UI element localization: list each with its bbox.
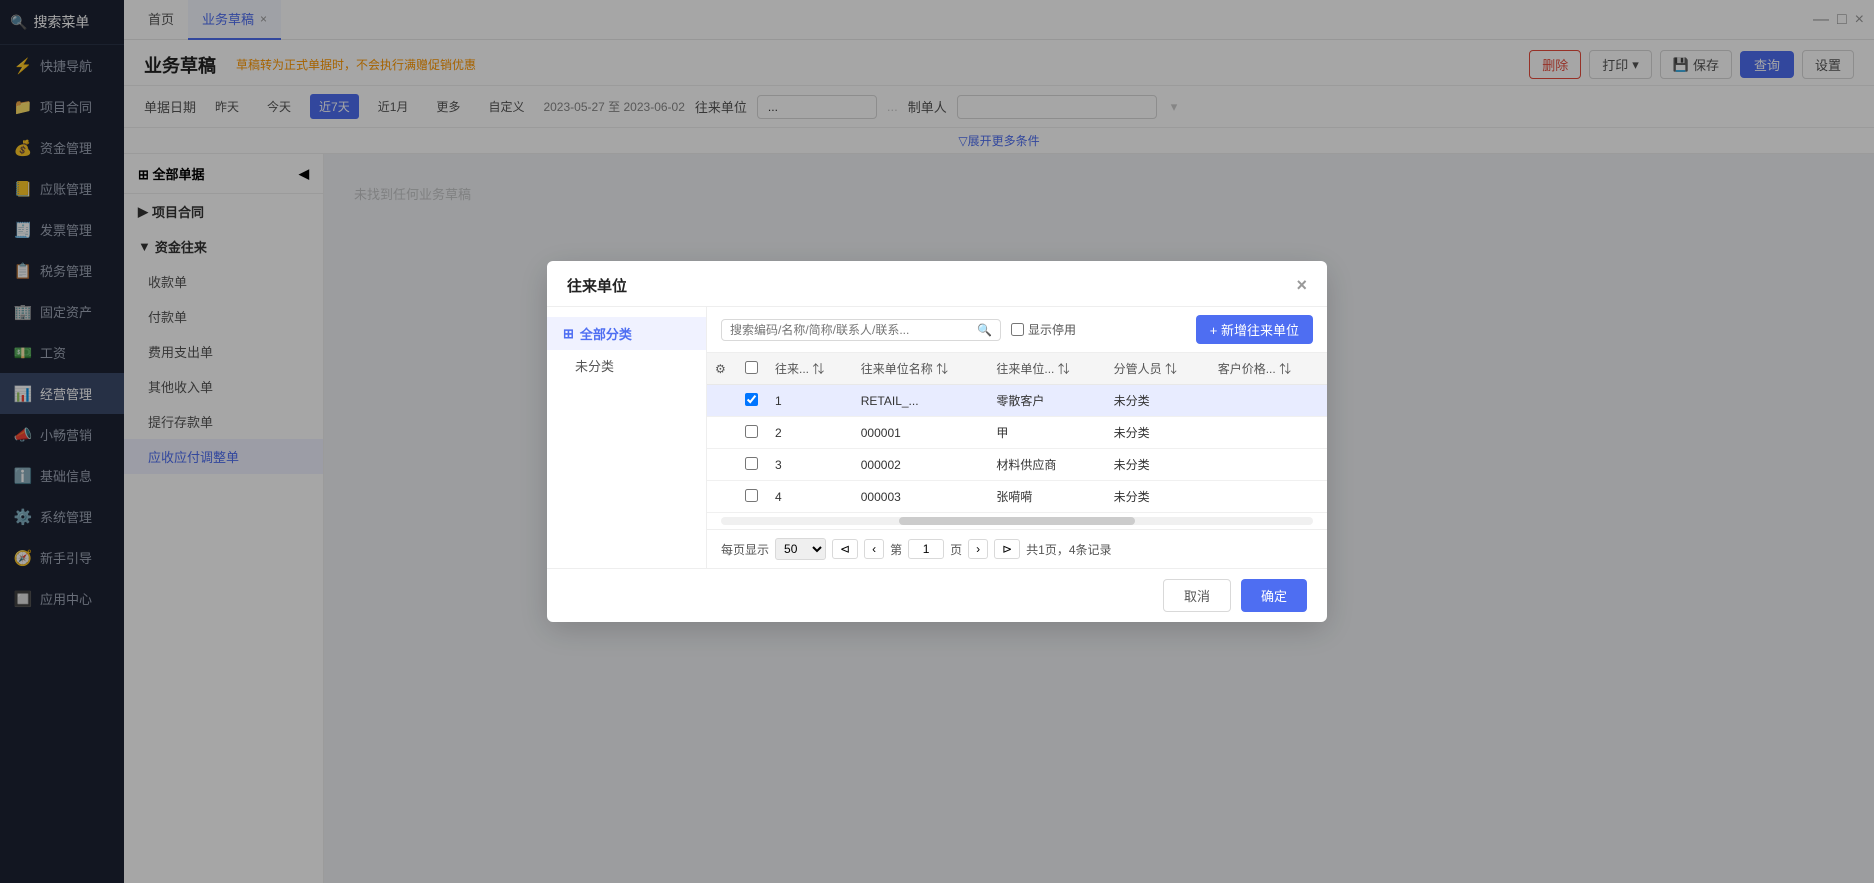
dialog-categories: ⊞ 全部分类 未分类 <box>547 307 707 568</box>
row-num-3: 4 <box>767 481 853 513</box>
table-row[interactable]: 2 000001 甲 未分类 <box>707 417 1327 449</box>
row-manager-2 <box>1210 449 1327 481</box>
row-check-0[interactable] <box>737 385 767 417</box>
row-manager-0 <box>1210 385 1327 417</box>
row-name-3: 张嗬嗬 <box>988 481 1105 513</box>
row-checkbox-3[interactable] <box>745 489 758 502</box>
counterpart-table: ⚙ 往来... ⇅ 往来单位名称 ⇅ 往来单位... ⇅ <box>707 353 1327 513</box>
row-manager-3 <box>1210 481 1327 513</box>
col-code-header: 往来... ⇅ <box>767 353 853 385</box>
show-disabled-checkbox[interactable] <box>1011 323 1024 336</box>
col-check-all[interactable] <box>737 353 767 385</box>
dialog-category-uncategorized[interactable]: 未分类 <box>547 350 706 381</box>
col-settings: ⚙ <box>707 353 737 385</box>
dialog-body: ⊞ 全部分类 未分类 🔍 显示停用 <box>547 307 1327 568</box>
dialog-category-all[interactable]: ⊞ 全部分类 <box>547 317 706 350</box>
row-checkbox-0[interactable] <box>745 393 758 406</box>
dialog-title: 往来单位 <box>567 275 627 296</box>
row-check-1[interactable] <box>737 417 767 449</box>
dialog-footer: 取消 确定 <box>547 568 1327 622</box>
page-number-input[interactable] <box>908 539 944 559</box>
dialog-header: 往来单位 × <box>547 261 1327 307</box>
table-row[interactable]: 4 000003 张嗬嗬 未分类 <box>707 481 1327 513</box>
row-num-1: 2 <box>767 417 853 449</box>
confirm-button[interactable]: 确定 <box>1241 579 1307 612</box>
table-row[interactable]: 3 000002 材料供应商 未分类 <box>707 449 1327 481</box>
page-suffix-label: 页 <box>950 541 962 558</box>
row-code-0: RETAIL_... <box>853 385 989 417</box>
page-next-btn[interactable]: › <box>968 539 988 559</box>
row-category-0: 未分类 <box>1106 385 1210 417</box>
page-first-btn[interactable]: ⊲ <box>832 539 858 559</box>
row-code-1: 000001 <box>853 417 989 449</box>
row-settings-3 <box>707 481 737 513</box>
dialog-search-box[interactable]: 🔍 <box>721 319 1001 341</box>
show-disabled-label[interactable]: 显示停用 <box>1011 321 1076 338</box>
row-check-2[interactable] <box>737 449 767 481</box>
page-prev-btn[interactable]: ‹ <box>864 539 884 559</box>
page-number-label: 第 <box>890 541 902 558</box>
row-category-2: 未分类 <box>1106 449 1210 481</box>
grid-icon: ⊞ <box>563 326 574 342</box>
modal-overlay[interactable]: 往来单位 × ⊞ 全部分类 未分类 🔍 <box>0 0 1874 883</box>
row-code-3: 000003 <box>853 481 989 513</box>
col-category-header: 往来单位... ⇅ <box>988 353 1105 385</box>
col-manager-header: 分管人员 ⇅ <box>1106 353 1210 385</box>
row-settings-0 <box>707 385 737 417</box>
search-icon: 🔍 <box>977 323 992 337</box>
per-page-label: 每页显示 <box>721 541 769 558</box>
dialog-search-input[interactable] <box>730 323 973 337</box>
dialog-toolbar: 🔍 显示停用 + 新增往来单位 <box>707 307 1327 353</box>
dialog-pagination: 每页显示 50 20 100 ⊲ ‹ 第 页 › ⊳ 共1页，4条记录 <box>707 529 1327 568</box>
row-manager-1 <box>1210 417 1327 449</box>
row-name-0: 零散客户 <box>988 385 1105 417</box>
row-category-1: 未分类 <box>1106 417 1210 449</box>
total-label: 共1页，4条记录 <box>1026 541 1111 558</box>
horizontal-scrollbar[interactable] <box>721 517 1313 525</box>
page-last-btn[interactable]: ⊳ <box>994 539 1020 559</box>
row-name-2: 材料供应商 <box>988 449 1105 481</box>
scroll-thumb[interactable] <box>899 517 1136 525</box>
dialog-right-panel: 🔍 显示停用 + 新增往来单位 ⚙ <box>707 307 1327 568</box>
table-row[interactable]: 1 RETAIL_... 零散客户 未分类 <box>707 385 1327 417</box>
per-page-select[interactable]: 50 20 100 <box>775 538 826 560</box>
col-price-header: 客户价格... ⇅ <box>1210 353 1327 385</box>
cancel-button[interactable]: 取消 <box>1163 579 1231 612</box>
row-settings-2 <box>707 449 737 481</box>
row-name-1: 甲 <box>988 417 1105 449</box>
col-name-header: 往来单位名称 ⇅ <box>853 353 989 385</box>
row-num-2: 3 <box>767 449 853 481</box>
row-code-2: 000002 <box>853 449 989 481</box>
row-check-3[interactable] <box>737 481 767 513</box>
dialog-table-container: ⚙ 往来... ⇅ 往来单位名称 ⇅ 往来单位... ⇅ <box>707 353 1327 513</box>
row-category-3: 未分类 <box>1106 481 1210 513</box>
row-settings-1 <box>707 417 737 449</box>
row-checkbox-2[interactable] <box>745 457 758 470</box>
dialog-close-icon[interactable]: × <box>1296 275 1307 296</box>
counterpart-dialog: 往来单位 × ⊞ 全部分类 未分类 🔍 <box>547 261 1327 622</box>
check-all-checkbox[interactable] <box>745 361 758 374</box>
row-num-0: 1 <box>767 385 853 417</box>
row-checkbox-1[interactable] <box>745 425 758 438</box>
add-counterpart-button[interactable]: + 新增往来单位 <box>1196 315 1313 344</box>
